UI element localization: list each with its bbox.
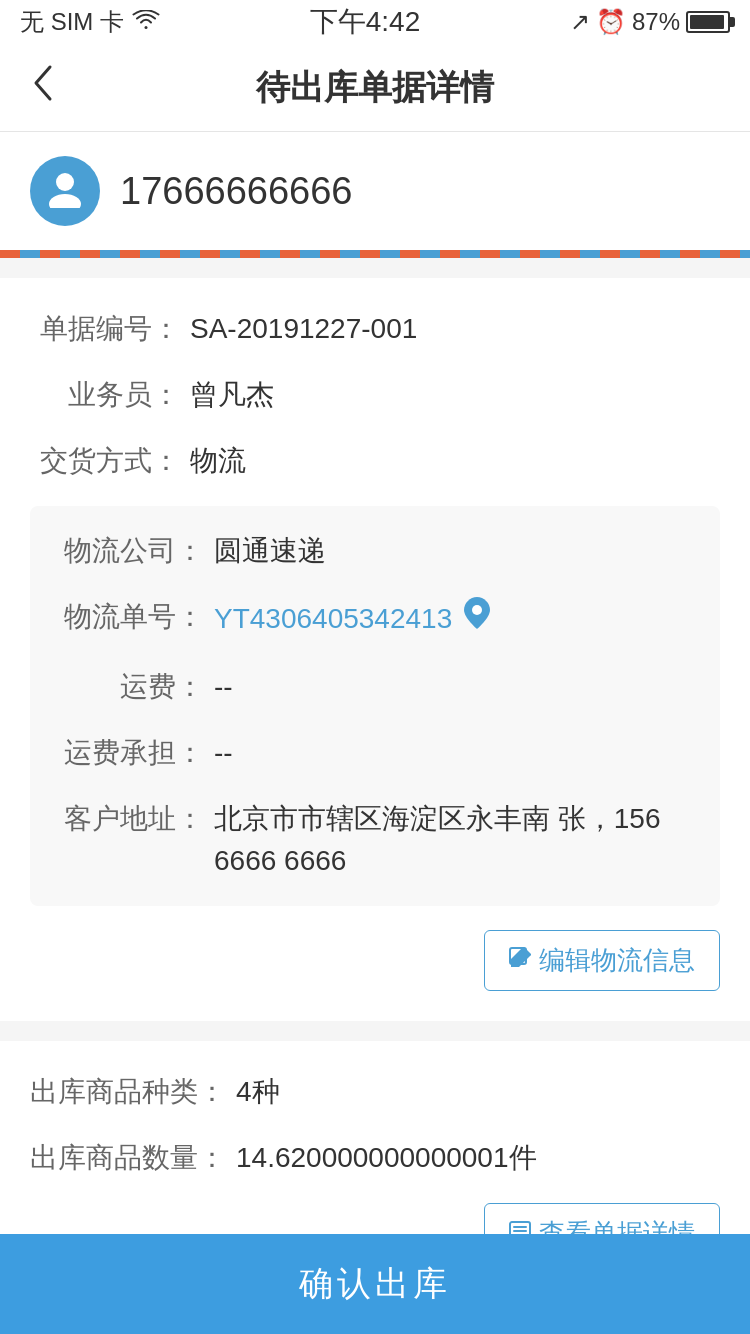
order-number-value: SA-20191227-001 <box>190 308 720 350</box>
svg-point-0 <box>56 173 74 191</box>
svg-point-1 <box>49 194 81 208</box>
status-bar: 无 SIM 卡 下午4:42 ↗ ⏰ 87% <box>0 0 750 44</box>
order-number-label: 单据编号： <box>30 308 190 350</box>
delivery-value: 物流 <box>190 440 720 482</box>
customer-header: 17666666666 <box>0 132 750 250</box>
avatar <box>30 156 100 226</box>
page-title: 待出库单据详情 <box>256 65 494 111</box>
battery-icon <box>686 11 730 33</box>
goods-quantity-label: 出库商品数量： <box>30 1137 236 1179</box>
edit-logistics-button[interactable]: 编辑物流信息 <box>484 930 720 991</box>
logistics-card: 物流公司： 圆通速递 物流单号： YT43064053424​13 运费： --… <box>30 506 720 906</box>
wifi-icon <box>132 8 160 36</box>
edit-button-row: 编辑物流信息 <box>30 930 720 991</box>
delivery-row: 交货方式： 物流 <box>30 440 720 482</box>
sales-person-label: 业务员： <box>30 374 190 416</box>
logistics-tracking-row: 物流单号： YT43064053424​13 <box>54 596 696 642</box>
logistics-tracking-value: YT43064053424​13 <box>214 598 452 640</box>
logistics-tracking-value-group: YT43064053424​13 <box>214 596 492 642</box>
goods-quantity-row: 出库商品数量： 14.620000000000001件 <box>30 1137 720 1179</box>
order-info-section: 单据编号： SA-20191227-001 业务员： 曾凡杰 交货方式： 物流 … <box>0 278 750 1021</box>
carrier-text: 无 SIM 卡 <box>20 6 124 38</box>
sales-person-row: 业务员： 曾凡杰 <box>30 374 720 416</box>
confirm-button-label: 确认出库 <box>299 1261 451 1307</box>
freight-label: 运费： <box>54 666 214 708</box>
address-row: 客户地址： 北京市市辖区海淀区永丰南 张，156 6666 6666 <box>54 798 696 882</box>
alarm-icon: ⏰ <box>596 8 626 36</box>
goods-types-label: 出库商品种类： <box>30 1071 236 1113</box>
address-value: 北京市市辖区海淀区永丰南 张，156 6666 6666 <box>214 798 696 882</box>
logistics-company-value: 圆通速递 <box>214 530 696 572</box>
location-service-icon: ↗ <box>570 8 590 36</box>
goods-types-value: 4种 <box>236 1071 720 1113</box>
freight-bear-row: 运费承担： -- <box>54 732 696 774</box>
sales-person-value: 曾凡杰 <box>190 374 720 416</box>
svg-point-2 <box>472 605 482 615</box>
order-number-row: 单据编号： SA-20191227-001 <box>30 308 720 350</box>
location-pin-icon[interactable] <box>462 596 492 642</box>
logistics-company-label: 物流公司： <box>54 530 214 572</box>
logistics-company-row: 物流公司： 圆通速递 <box>54 530 696 572</box>
status-icons: ↗ ⏰ 87% <box>570 8 730 36</box>
address-label: 客户地址： <box>54 798 214 840</box>
dashed-separator <box>0 250 750 258</box>
freight-bear-label: 运费承担： <box>54 732 214 774</box>
edit-logistics-label: 编辑物流信息 <box>539 943 695 978</box>
goods-types-row: 出库商品种类： 4种 <box>30 1071 720 1113</box>
confirm-button-bar[interactable]: 确认出库 <box>0 1234 750 1334</box>
avatar-icon <box>44 166 86 217</box>
goods-quantity-value: 14.620000000000001件 <box>236 1137 720 1179</box>
freight-bear-value: -- <box>214 732 696 774</box>
logistics-tracking-label: 物流单号： <box>54 596 214 638</box>
freight-row: 运费： -- <box>54 666 696 708</box>
delivery-label: 交货方式： <box>30 440 190 482</box>
status-carrier: 无 SIM 卡 <box>20 6 160 38</box>
back-button[interactable] <box>30 63 54 112</box>
freight-value: -- <box>214 666 696 708</box>
nav-bar: 待出库单据详情 <box>0 44 750 132</box>
status-time: 下午4:42 <box>310 3 421 41</box>
customer-phone: 17666666666 <box>120 170 352 213</box>
edit-icon <box>509 947 531 975</box>
battery-percentage: 87% <box>632 8 680 36</box>
